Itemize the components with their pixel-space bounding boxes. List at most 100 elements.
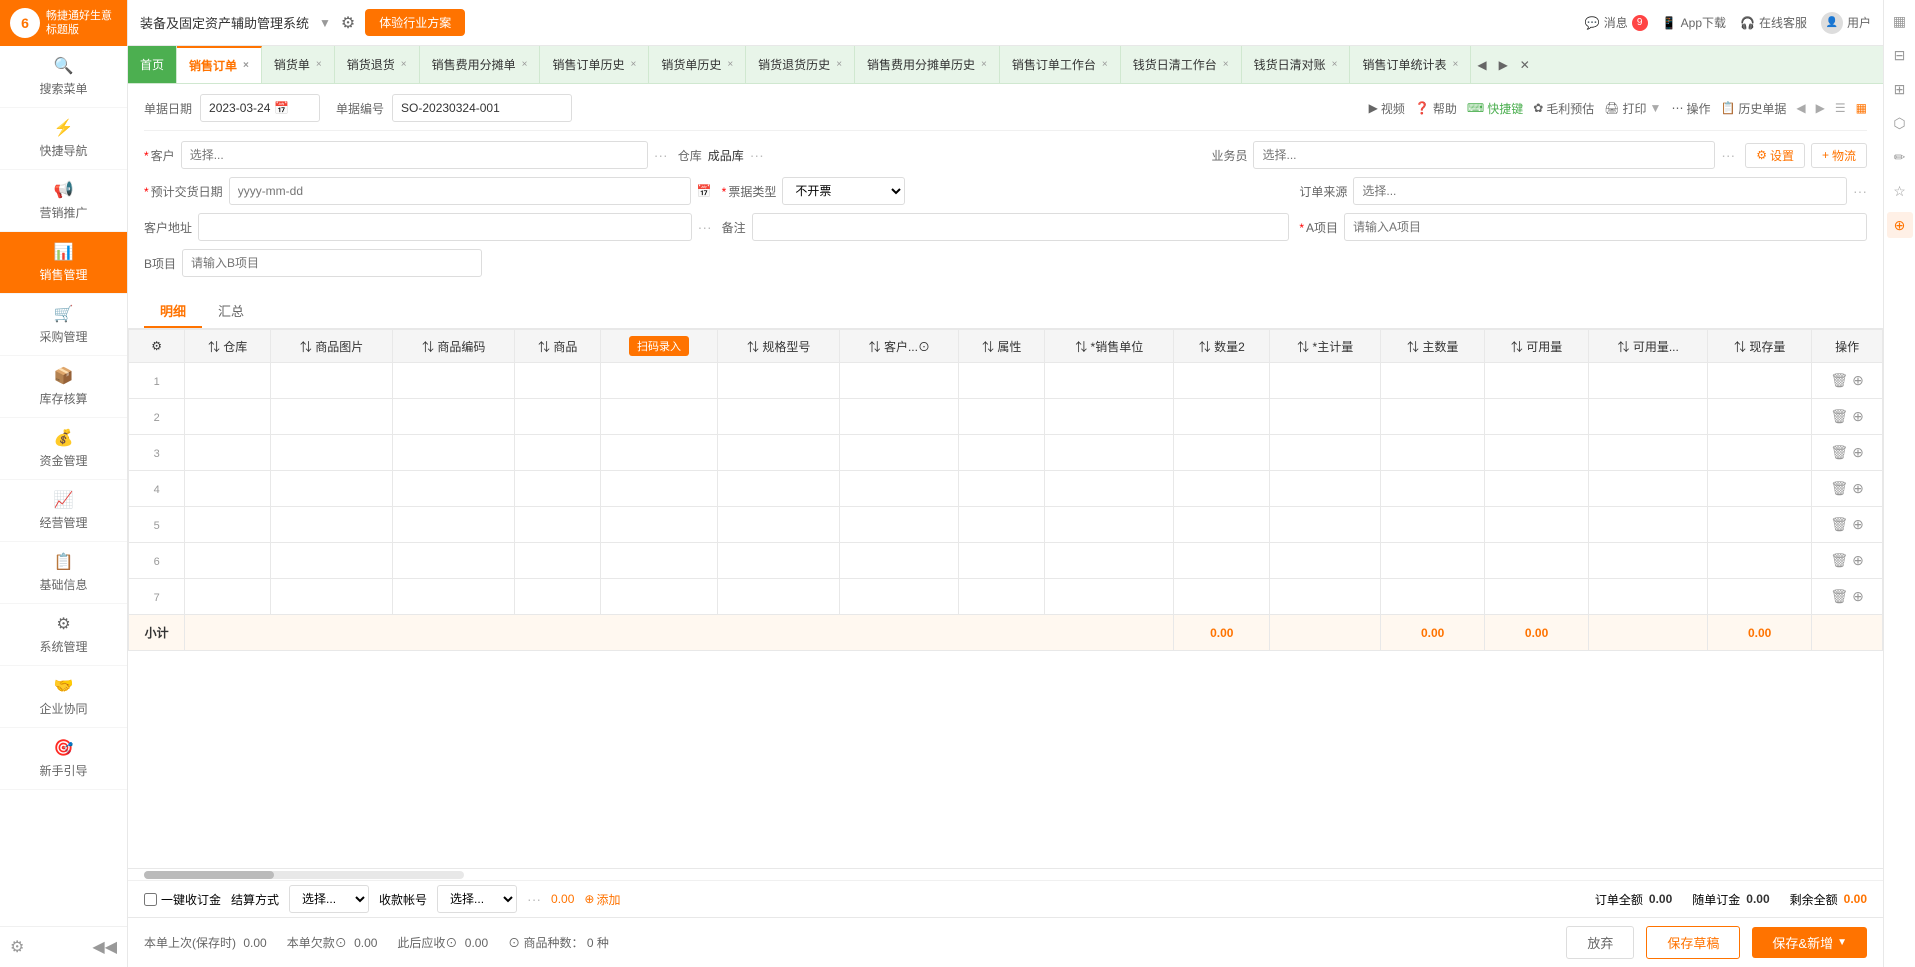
tab-item-5[interactable]: 销售订单历史× bbox=[540, 46, 649, 84]
sidebar-item-3[interactable]: 📊销售管理 bbox=[0, 232, 127, 294]
col-sort-spec[interactable]: ⇅ bbox=[747, 340, 759, 354]
print-action[interactable]: 🖨 打印 ▼ bbox=[1604, 100, 1661, 117]
col-header-unit[interactable]: ⇅ *销售单位 bbox=[1045, 330, 1174, 363]
cell-available-1[interactable] bbox=[1485, 399, 1589, 435]
cell-unit-3[interactable] bbox=[1045, 471, 1174, 507]
cell-available2-5[interactable] bbox=[1589, 543, 1708, 579]
col-header-spec[interactable]: ⇅ 规格型号 bbox=[718, 330, 840, 363]
cell-goods-1[interactable] bbox=[515, 399, 601, 435]
right-icon-7[interactable]: ⊕ bbox=[1887, 212, 1913, 238]
address-ellipsis[interactable]: ··· bbox=[698, 219, 712, 235]
date-display[interactable]: 2023-03-24 📅 bbox=[200, 94, 320, 122]
delivery-calendar-icon[interactable]: 📅 bbox=[697, 184, 712, 198]
tab-close-7[interactable]: × bbox=[836, 59, 842, 70]
cell-customer_code-2[interactable] bbox=[840, 435, 959, 471]
cell-stock-3[interactable] bbox=[1708, 471, 1812, 507]
cell-goods-3[interactable] bbox=[515, 471, 601, 507]
customer-input[interactable] bbox=[181, 141, 648, 169]
b-project-input[interactable] bbox=[182, 249, 482, 277]
right-icon-6[interactable]: ☆ bbox=[1887, 178, 1913, 204]
col-header-image[interactable]: ⇅ 商品图片 bbox=[270, 330, 392, 363]
tab-close-10[interactable]: × bbox=[1223, 59, 1229, 70]
col-header-action[interactable]: 操作 bbox=[1812, 330, 1883, 363]
sidebar-item-1[interactable]: ⚡快捷导航 bbox=[0, 108, 127, 170]
detail-tab-1[interactable]: 汇总 bbox=[202, 295, 260, 328]
scroll-thumb[interactable] bbox=[144, 871, 274, 879]
delivery-date-input[interactable] bbox=[229, 177, 691, 205]
cell-scan-0[interactable] bbox=[601, 363, 718, 399]
cell-available-2[interactable] bbox=[1485, 435, 1589, 471]
col-sort-customer_code[interactable]: ⇅ bbox=[869, 340, 881, 354]
table-container[interactable]: ⚙⇅ 仓库⇅ 商品图片⇅ 商品编码⇅ 商品扫码录入⇅ 规格型号⇅ 客户...⊙⇅… bbox=[128, 329, 1883, 868]
cell-attr-3[interactable] bbox=[959, 471, 1045, 507]
cell-code-1[interactable] bbox=[393, 399, 515, 435]
invoice-type-select[interactable]: 不开票 普通发票 增值税专用发票 bbox=[782, 177, 905, 205]
cell-unit-4[interactable] bbox=[1045, 507, 1174, 543]
tab-close-11[interactable]: × bbox=[1332, 59, 1338, 70]
cell-image-4[interactable] bbox=[270, 507, 392, 543]
cell-main_unit-3[interactable] bbox=[1270, 471, 1381, 507]
calendar-icon[interactable]: 📅 bbox=[274, 101, 289, 115]
cell-main_qty-6[interactable] bbox=[1381, 579, 1485, 615]
cell-available2-6[interactable] bbox=[1589, 579, 1708, 615]
cell-attr-2[interactable] bbox=[959, 435, 1045, 471]
col-header-goods[interactable]: ⇅ 商品 bbox=[515, 330, 601, 363]
discard-button[interactable]: 放弃 bbox=[1566, 926, 1634, 959]
cell-main_qty-1[interactable] bbox=[1381, 399, 1485, 435]
tab-item-1[interactable]: 销售订单× bbox=[177, 46, 262, 84]
tab-close-2[interactable]: × bbox=[316, 59, 322, 70]
cell-unit-2[interactable] bbox=[1045, 435, 1174, 471]
cell-main_unit-5[interactable] bbox=[1270, 543, 1381, 579]
tab-item-4[interactable]: 销售费用分摊单× bbox=[420, 46, 541, 84]
cell-available2-3[interactable] bbox=[1589, 471, 1708, 507]
tab-item-2[interactable]: 销货单× bbox=[262, 46, 335, 84]
cell-stock-0[interactable] bbox=[1708, 363, 1812, 399]
nav-prev[interactable]: ◀ bbox=[1796, 101, 1805, 115]
cell-image-0[interactable] bbox=[270, 363, 392, 399]
cell-available-6[interactable] bbox=[1485, 579, 1589, 615]
cell-warehouse-1[interactable] bbox=[185, 399, 271, 435]
cell-code-3[interactable] bbox=[393, 471, 515, 507]
scroll-track[interactable] bbox=[144, 871, 464, 879]
cell-unit-0[interactable] bbox=[1045, 363, 1174, 399]
sidebar-item-2[interactable]: 📢营销推广 bbox=[0, 170, 127, 232]
cell-customer_code-3[interactable] bbox=[840, 471, 959, 507]
cell-stock-1[interactable] bbox=[1708, 399, 1812, 435]
cell-spec-4[interactable] bbox=[718, 507, 840, 543]
cell-attr-4[interactable] bbox=[959, 507, 1045, 543]
collapse-icon[interactable]: ◀◀ bbox=[92, 937, 117, 957]
col-sort-available2[interactable]: ⇅ bbox=[1617, 340, 1629, 354]
delete-icon-1[interactable]: 🗑 bbox=[1830, 408, 1848, 425]
grid-view-icon[interactable]: ▦ bbox=[1856, 101, 1867, 115]
cell-image-1[interactable] bbox=[270, 399, 392, 435]
cell-main_unit-2[interactable] bbox=[1270, 435, 1381, 471]
cell-main_unit-1[interactable] bbox=[1270, 399, 1381, 435]
gear-icon[interactable]: ⚙ bbox=[151, 339, 162, 353]
nav-next[interactable]: ▶ bbox=[1816, 101, 1825, 115]
cell-warehouse-6[interactable] bbox=[185, 579, 271, 615]
cell-goods-5[interactable] bbox=[515, 543, 601, 579]
copy-icon-1[interactable]: ⊕ bbox=[1852, 408, 1864, 425]
a-project-input[interactable] bbox=[1344, 213, 1867, 241]
help-action[interactable]: ❓ 帮助 bbox=[1415, 100, 1457, 117]
tab-item-12[interactable]: 销售订单统计表× bbox=[1350, 46, 1471, 84]
cell-qty2-6[interactable] bbox=[1174, 579, 1270, 615]
cell-image-2[interactable] bbox=[270, 435, 392, 471]
right-icon-5[interactable]: ✏ bbox=[1887, 144, 1913, 170]
tab-close-3[interactable]: × bbox=[401, 59, 407, 70]
delete-icon-5[interactable]: 🗑 bbox=[1830, 552, 1848, 569]
cell-customer_code-4[interactable] bbox=[840, 507, 959, 543]
notification-item[interactable]: 💬 消息 9 bbox=[1585, 14, 1648, 31]
cell-main_qty-4[interactable] bbox=[1381, 507, 1485, 543]
dropdown-arrow[interactable]: ▼ bbox=[319, 16, 331, 30]
cell-unit-1[interactable] bbox=[1045, 399, 1174, 435]
delete-icon-6[interactable]: 🗑 bbox=[1830, 588, 1848, 605]
tab-item-9[interactable]: 销售订单工作台× bbox=[1000, 46, 1121, 84]
cell-goods-6[interactable] bbox=[515, 579, 601, 615]
copy-icon-6[interactable]: ⊕ bbox=[1852, 588, 1864, 605]
cell-customer_code-6[interactable] bbox=[840, 579, 959, 615]
cell-main_unit-0[interactable] bbox=[1270, 363, 1381, 399]
cell-customer_code-5[interactable] bbox=[840, 543, 959, 579]
cell-scan-4[interactable] bbox=[601, 507, 718, 543]
cell-stock-6[interactable] bbox=[1708, 579, 1812, 615]
